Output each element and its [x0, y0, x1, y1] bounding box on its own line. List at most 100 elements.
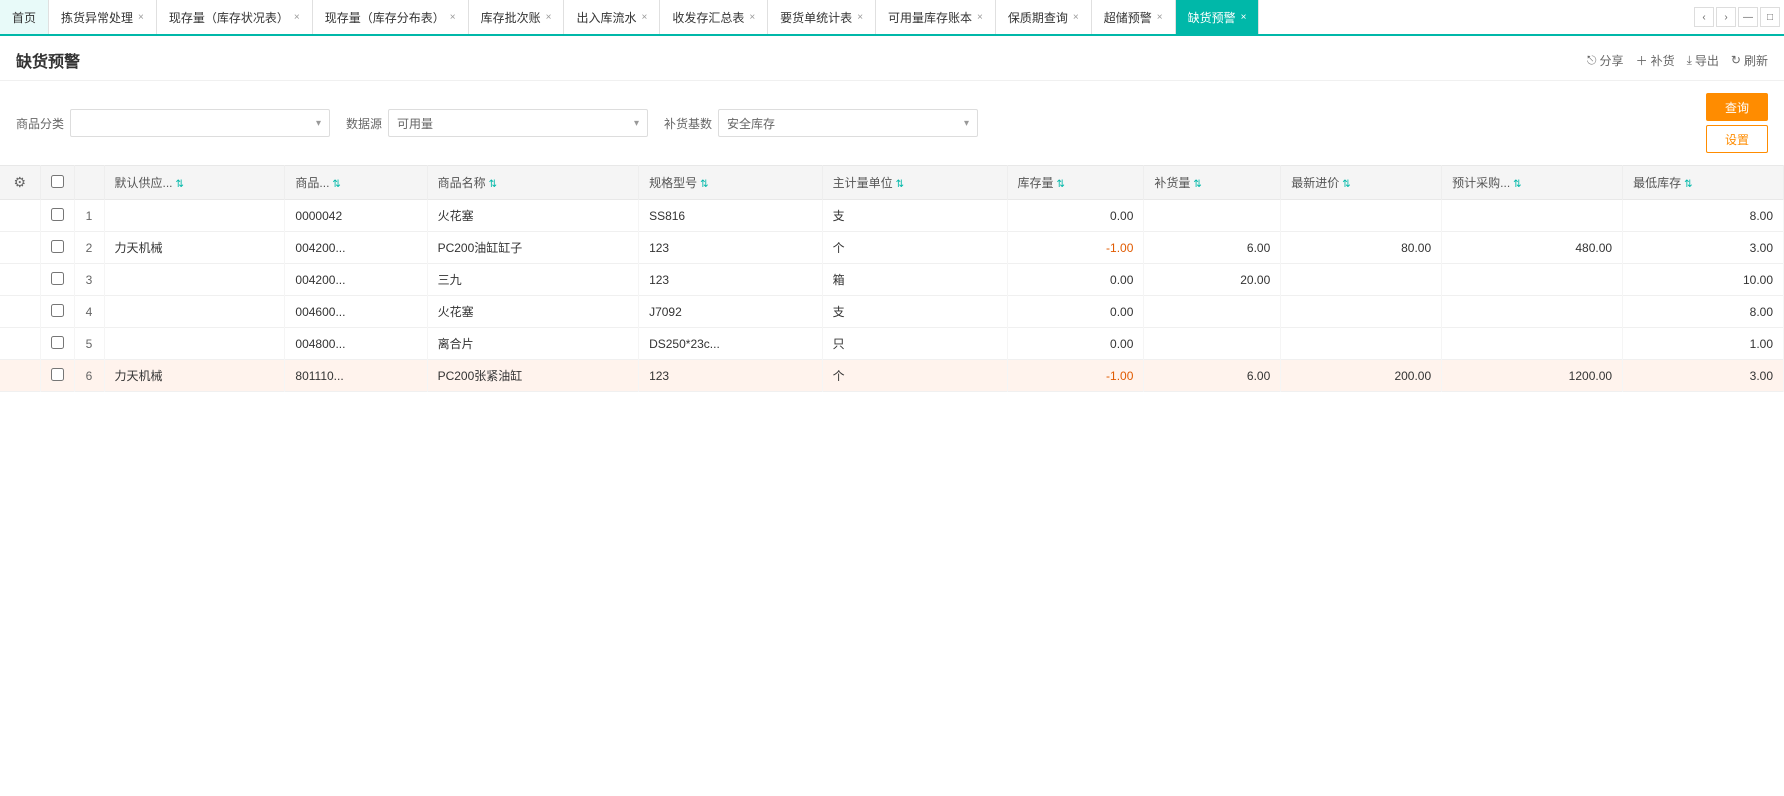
- row-supplier: [104, 264, 285, 296]
- tab-close[interactable]: ×: [450, 12, 456, 23]
- tab-label: 收发存汇总表: [672, 9, 744, 26]
- tab-close[interactable]: ×: [1073, 12, 1079, 23]
- column-min-stock[interactable]: 最低库存⇅: [1623, 166, 1784, 200]
- tab-item-4[interactable]: 库存批次账×: [469, 0, 565, 34]
- row-goods-name: PC200张紧油缸: [427, 360, 639, 392]
- row-checkbox-cell[interactable]: [40, 264, 74, 296]
- column-gear[interactable]: ⚙: [0, 166, 40, 200]
- filter-bar: 商品分类 ▾ 数据源 可用量 ▾ 补货基数 安全库存 ▾ 查询 设置: [0, 81, 1784, 165]
- row-checkbox-cell[interactable]: [40, 296, 74, 328]
- row-replenish-qty: 20.00: [1144, 264, 1281, 296]
- column-checkbox-all[interactable]: [40, 166, 74, 200]
- page-header: 缺货预警 ⎋ 分享 ＋ 补货 ⤓ 导出 ↻ 刷新: [0, 36, 1784, 81]
- tab-close[interactable]: ×: [1241, 12, 1247, 23]
- refresh-button[interactable]: ↻ 刷新: [1731, 52, 1768, 69]
- column-default-supplier[interactable]: 默认供应...⇅: [104, 166, 285, 200]
- tab-close[interactable]: ×: [1157, 12, 1163, 23]
- tab-item-6[interactable]: 收发存汇总表 ×: [660, 0, 768, 34]
- column-goods-code[interactable]: 商品...⇅: [285, 166, 427, 200]
- sort-icon-minstock: ⇅: [1684, 179, 1692, 190]
- column-stock-qty[interactable]: 库存量⇅: [1007, 166, 1144, 200]
- column-spec[interactable]: 规格型号⇅: [639, 166, 823, 200]
- row-goods-name: 火花塞: [427, 200, 639, 232]
- tab-nav-buttons: ‹ › — □: [1690, 7, 1784, 27]
- table-row: 6 力天机械 801110... PC200张紧油缸 123 个 -1.00 6…: [0, 360, 1784, 392]
- row-goods-code: 004200...: [285, 232, 427, 264]
- row-gear-cell: [0, 360, 40, 392]
- row-replenish-qty: [1144, 328, 1281, 360]
- row-spec: 123: [639, 232, 823, 264]
- row-estimated-purchase: [1442, 296, 1623, 328]
- settings-button[interactable]: 设置: [1706, 125, 1768, 153]
- tab-close[interactable]: ×: [294, 12, 300, 23]
- gear-icon[interactable]: ⚙: [13, 174, 26, 190]
- tab-scroll-left[interactable]: ‹: [1694, 7, 1714, 27]
- tab-close[interactable]: ×: [641, 12, 647, 23]
- tab-item-9[interactable]: 保质期查询×: [996, 0, 1092, 34]
- row-stock-qty: 0.00: [1007, 264, 1144, 296]
- row-supplier: [104, 200, 285, 232]
- row-checkbox[interactable]: [51, 336, 64, 349]
- tab-label: 拣货异常处理: [61, 9, 133, 26]
- column-unit[interactable]: 主计量单位⇅: [822, 166, 1007, 200]
- tab-item-3[interactable]: 现存量（库存分布表）×: [313, 0, 469, 34]
- row-goods-code: 004600...: [285, 296, 427, 328]
- replenish-button[interactable]: ＋ 补货: [1636, 52, 1675, 69]
- tab-scroll-right[interactable]: ›: [1716, 7, 1736, 27]
- tab-close[interactable]: ×: [546, 12, 552, 23]
- row-checkbox-cell[interactable]: [40, 200, 74, 232]
- tab-item-1[interactable]: 拣货异常处理 ×: [49, 0, 157, 34]
- window-maximize[interactable]: □: [1760, 7, 1780, 27]
- column-latest-price[interactable]: 最新进价⇅: [1281, 166, 1442, 200]
- sort-icon-price: ⇅: [1342, 179, 1350, 190]
- window-minimize[interactable]: —: [1738, 7, 1758, 27]
- row-spec: J7092: [639, 296, 823, 328]
- row-supplier: 力天机械: [104, 360, 285, 392]
- select-all-checkbox[interactable]: [51, 175, 64, 188]
- tab-item-0[interactable]: 首页: [0, 0, 49, 34]
- row-replenish-qty: 6.00: [1144, 232, 1281, 264]
- query-button[interactable]: 查询: [1706, 93, 1768, 121]
- row-checkbox[interactable]: [51, 304, 64, 317]
- sort-icon-supplier: ⇅: [176, 179, 184, 190]
- data-source-select[interactable]: 可用量 ▾: [388, 109, 648, 137]
- column-goods-name[interactable]: 商品名称⇅: [427, 166, 639, 200]
- row-stock-qty: 0.00: [1007, 200, 1144, 232]
- row-checkbox-cell[interactable]: [40, 328, 74, 360]
- row-checkbox[interactable]: [51, 240, 64, 253]
- tab-close[interactable]: ×: [749, 12, 755, 23]
- row-checkbox[interactable]: [51, 368, 64, 381]
- row-checkbox-cell[interactable]: [40, 232, 74, 264]
- row-unit: 支: [822, 296, 1007, 328]
- row-number: 3: [74, 264, 104, 296]
- row-supplier: 力天机械: [104, 232, 285, 264]
- replenish-base-select[interactable]: 安全库存 ▾: [718, 109, 978, 137]
- sort-icon-estimated: ⇅: [1513, 179, 1521, 190]
- row-min-stock: 3.00: [1623, 232, 1784, 264]
- row-gear-cell: [0, 232, 40, 264]
- tab-item-5[interactable]: 出入库流水×: [564, 0, 660, 34]
- tab-close[interactable]: ×: [977, 12, 983, 23]
- share-button[interactable]: ⎋ 分享: [1587, 52, 1624, 69]
- data-source-label: 数据源: [346, 115, 382, 132]
- row-gear-cell: [0, 200, 40, 232]
- tab-close[interactable]: ×: [857, 12, 863, 23]
- tab-close[interactable]: ×: [138, 12, 144, 23]
- tab-item-7[interactable]: 要货单统计表×: [768, 0, 876, 34]
- commodity-class-select[interactable]: ▾: [70, 109, 330, 137]
- row-gear-cell: [0, 296, 40, 328]
- tab-item-10[interactable]: 超储预警×: [1092, 0, 1176, 34]
- row-goods-code: 0000042: [285, 200, 427, 232]
- row-checkbox[interactable]: [51, 272, 64, 285]
- data-table: ⚙ 默认供应...⇅ 商品...⇅ 商品名称⇅: [0, 165, 1784, 392]
- column-replenish-qty[interactable]: 补货量⇅: [1144, 166, 1281, 200]
- row-checkbox-cell[interactable]: [40, 360, 74, 392]
- export-button[interactable]: ⤓ 导出: [1687, 52, 1719, 69]
- row-checkbox[interactable]: [51, 208, 64, 221]
- column-estimated-purchase[interactable]: 预计采购...⇅: [1442, 166, 1623, 200]
- row-supplier: [104, 296, 285, 328]
- tab-item-11[interactable]: 缺货预警×: [1176, 0, 1260, 34]
- row-unit: 箱: [822, 264, 1007, 296]
- tab-item-8[interactable]: 可用量库存账本×: [876, 0, 996, 34]
- tab-item-2[interactable]: 现存量（库存状况表）×: [157, 0, 313, 34]
